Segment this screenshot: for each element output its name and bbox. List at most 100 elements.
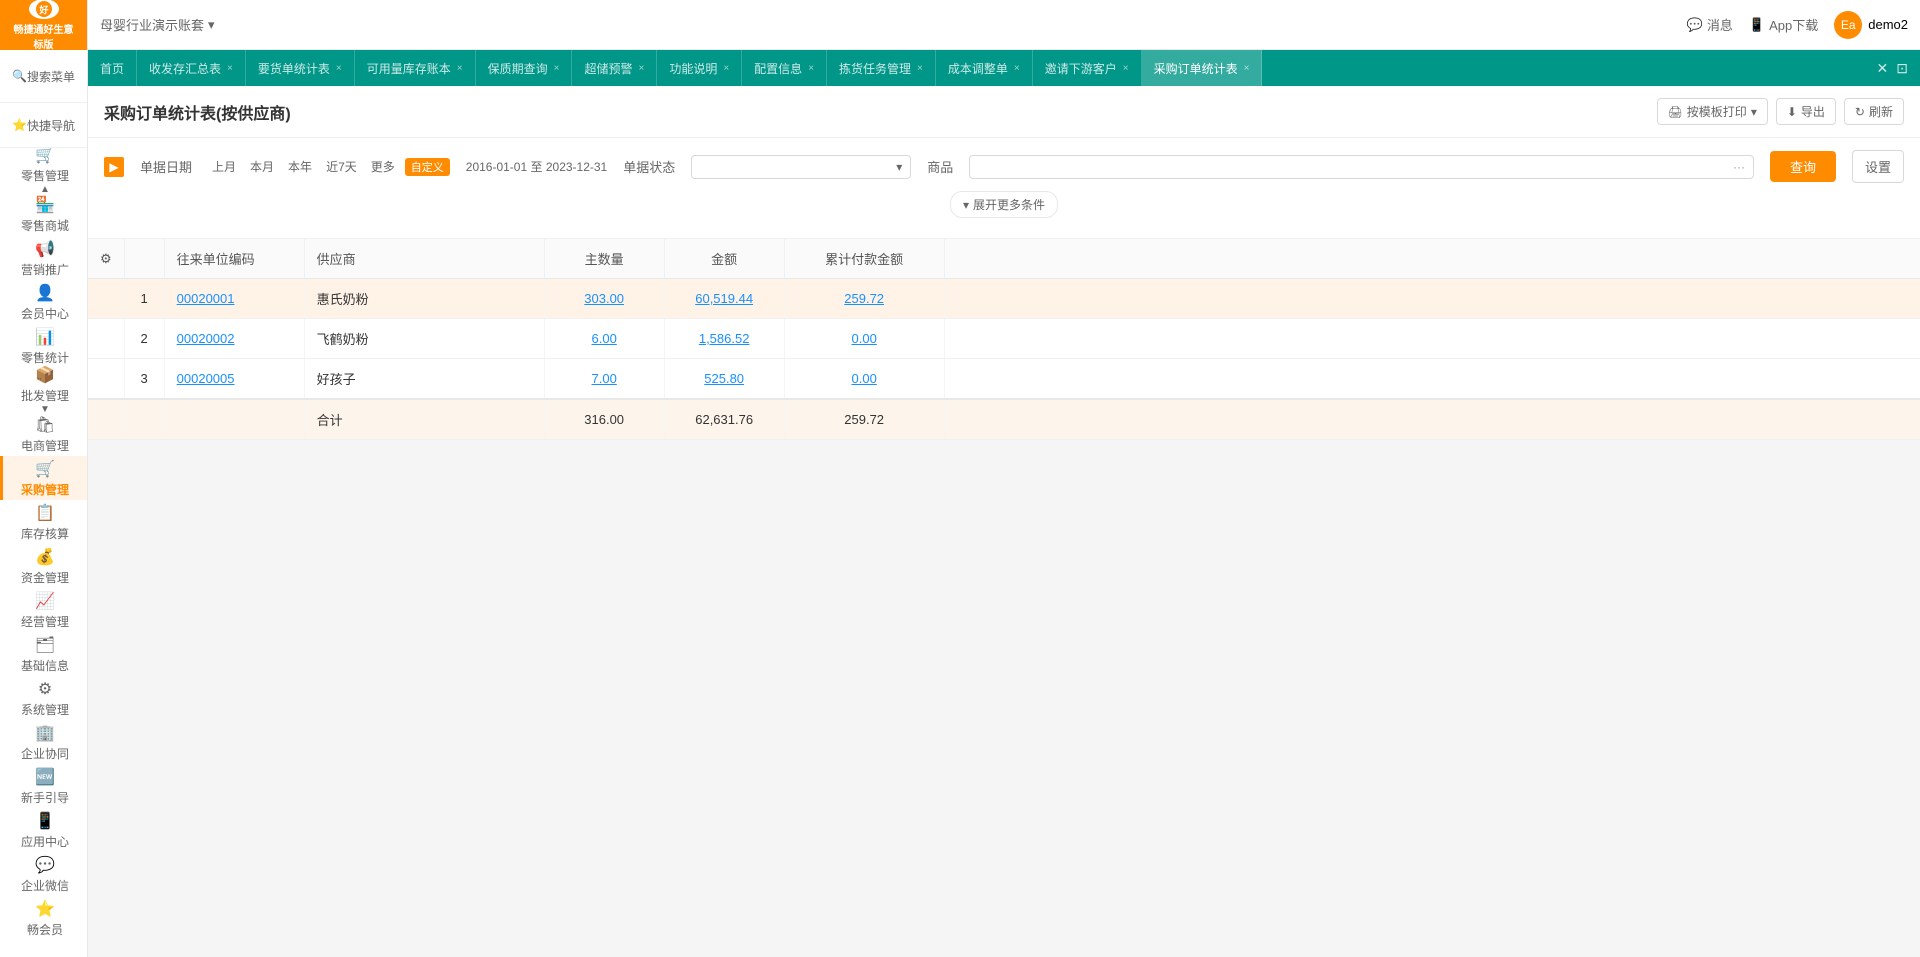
shortcut-this-year[interactable]: 本年	[284, 156, 316, 177]
wholesale-icon: 📦	[35, 365, 55, 385]
row-settings-cell	[88, 359, 124, 400]
row-supplier-cell: 飞鹤奶粉	[304, 319, 544, 359]
chevron-down-icon: ▲	[40, 184, 50, 195]
tab-home[interactable]: 首页	[88, 50, 137, 86]
app-download-btn[interactable]: 📱 App下载	[1749, 15, 1818, 34]
tab-close-icon[interactable]: ×	[638, 63, 644, 74]
sidebar-item-purchase[interactable]: 🛒 采购管理	[0, 456, 87, 500]
export-button[interactable]: ⬇ 导出	[1776, 98, 1836, 125]
print-button[interactable]: 🖨 按模板打印 ▾	[1657, 98, 1768, 125]
row-code-cell[interactable]: 00020005	[164, 359, 304, 400]
tab-gongneng[interactable]: 功能说明 ×	[657, 50, 742, 86]
sidebar-item-inventory[interactable]: 📋 库存核算	[0, 500, 87, 544]
status-select[interactable]: ▾	[691, 155, 911, 179]
col-settings-header: ⚙	[88, 239, 124, 279]
sidebar-menu: 🛒 零售管理 ▲ 🏪 零售商城 📢 营销推广 👤 会员中心 📊 零售统计 📦 批…	[0, 148, 87, 957]
tab-close-icon[interactable]: ×	[554, 63, 560, 74]
custom-date-badge[interactable]: 自定义	[405, 158, 450, 176]
row-paid-cell[interactable]: 0.00	[784, 359, 944, 400]
sidebar-item-operation[interactable]: 📈 经营管理	[0, 588, 87, 632]
row-code-cell[interactable]: 00020002	[164, 319, 304, 359]
tab-close-icon[interactable]: ×	[1123, 63, 1129, 74]
tab-close-icon[interactable]: ×	[808, 63, 814, 74]
mobile-icon: 📱	[1749, 17, 1765, 33]
row-code-cell[interactable]: 00020001	[164, 279, 304, 319]
goods-input[interactable]: ···	[969, 155, 1754, 179]
row-empty-cell	[944, 279, 1920, 319]
row-amount-cell[interactable]: 60,519.44	[664, 279, 784, 319]
user-profile[interactable]: Ea demo2	[1834, 11, 1908, 39]
tab-close-all-icon[interactable]: ✕	[1873, 60, 1893, 77]
sidebar-item-wholesale[interactable]: 📦 批发管理 ▼	[0, 368, 87, 412]
tabbar: 首页 收发存汇总表 × 要货单统计表 × 可用量库存账本 × 保质期查询 × 超…	[88, 50, 1920, 86]
shortcut-this-month[interactable]: 本月	[246, 156, 278, 177]
query-button[interactable]: 查询	[1770, 151, 1836, 182]
shortcut-7days[interactable]: 近7天	[322, 156, 361, 177]
row-qty-cell[interactable]: 6.00	[544, 319, 664, 359]
sidebar-item-app-center[interactable]: 📱 应用中心	[0, 808, 87, 852]
tab-baozhiqi[interactable]: 保质期查询 ×	[476, 50, 573, 86]
page-header-actions: 🖨 按模板打印 ▾ ⬇ 导出 ↻ 刷新	[1657, 98, 1904, 125]
sidebar-item-enterprise[interactable]: 🏢 企业协同	[0, 720, 87, 764]
sidebar-item-wechat[interactable]: 💬 企业微信	[0, 852, 87, 896]
main-area: 母婴行业演示账套 ▾ 💬 消息 📱 App下载 Ea demo2 首页	[88, 0, 1920, 957]
expand-more-button[interactable]: ▾ 展开更多条件	[950, 191, 1058, 218]
row-paid-cell[interactable]: 0.00	[784, 319, 944, 359]
row-amount-cell[interactable]: 1,586.52	[664, 319, 784, 359]
tab-label: 邀请下游客户	[1045, 60, 1117, 77]
row-qty-cell[interactable]: 7.00	[544, 359, 664, 400]
refresh-button[interactable]: ↻ 刷新	[1844, 98, 1904, 125]
sidebar-item-retail[interactable]: 🛒 零售管理 ▲	[0, 148, 87, 192]
row-amount-cell[interactable]: 525.80	[664, 359, 784, 400]
message-icon: 💬	[1687, 17, 1703, 33]
sidebar-item-label: 资金管理	[21, 569, 69, 586]
search-menu-item[interactable]: 🔍 搜索菜单	[6, 58, 81, 94]
shortcut-more[interactable]: 更多	[367, 156, 399, 177]
tab-close-icon[interactable]: ×	[917, 63, 923, 74]
filter-collapse-button[interactable]: ▶	[104, 157, 124, 177]
tab-kucun[interactable]: 可用量库存账本 ×	[355, 50, 476, 86]
tab-close-icon[interactable]: ×	[1244, 63, 1250, 74]
gear-icon[interactable]: ⚙	[100, 251, 112, 266]
sidebar-item-basic[interactable]: 🗂 基础信息	[0, 632, 87, 676]
tab-close-icon[interactable]: ×	[227, 63, 233, 74]
sidebar-item-newbie[interactable]: 🆕 新手引导	[0, 764, 87, 808]
sidebar-item-member[interactable]: 👤 会员中心	[0, 280, 87, 324]
tab-peizhi[interactable]: 配置信息 ×	[742, 50, 827, 86]
inventory-icon: 📋	[35, 503, 55, 523]
breadcrumb-text: 母婴行业演示账套	[100, 15, 204, 34]
tab-maximize-icon[interactable]: ⊡	[1892, 60, 1912, 77]
tab-yaohuo[interactable]: 要货单统计表 ×	[246, 50, 355, 86]
sidebar-item-finance[interactable]: 💰 资金管理	[0, 544, 87, 588]
tab-close-icon[interactable]: ×	[723, 63, 729, 74]
quick-nav-item[interactable]: ⭐ 快捷导航	[0, 107, 87, 143]
sidebar: 好 畅捷通好生意 标版 🔍 搜索菜单 ⭐ 快捷导航 🛒 零售管理 ▲ 🏪 零售商…	[0, 0, 88, 957]
system-icon: ⚙	[38, 679, 52, 699]
sidebar-item-system[interactable]: ⚙ 系统管理	[0, 676, 87, 720]
tab-chengben[interactable]: 成本调整单 ×	[936, 50, 1033, 86]
settings-button[interactable]: 设置	[1852, 150, 1904, 183]
row-qty-cell[interactable]: 303.00	[544, 279, 664, 319]
tab-chaochuyujing[interactable]: 超储预警 ×	[572, 50, 657, 86]
sidebar-item-retail-stats[interactable]: 📊 零售统计	[0, 324, 87, 368]
tab-shoufaqui[interactable]: 收发存汇总表 ×	[137, 50, 246, 86]
avatar: Ea	[1834, 11, 1862, 39]
message-btn[interactable]: 💬 消息	[1687, 15, 1733, 34]
shortcut-last-month[interactable]: 上月	[208, 156, 240, 177]
sidebar-item-marketing[interactable]: 📢 营销推广	[0, 236, 87, 280]
tab-zhuohuo[interactable]: 拣货任务管理 ×	[827, 50, 936, 86]
tab-close-icon[interactable]: ×	[336, 63, 342, 74]
sidebar-item-retail-shop[interactable]: 🏪 零售商城	[0, 192, 87, 236]
breadcrumb-arrow-icon[interactable]: ▾	[208, 17, 215, 33]
col-paid-header: 累计付款金额	[784, 239, 944, 279]
export-icon: ⬇	[1787, 105, 1797, 119]
sidebar-item-vip[interactable]: ⭐ 畅会员	[0, 896, 87, 940]
tab-close-icon[interactable]: ×	[1014, 63, 1020, 74]
tab-yaoqing[interactable]: 邀请下游客户 ×	[1033, 50, 1142, 86]
tab-close-icon[interactable]: ×	[457, 63, 463, 74]
tab-caigou[interactable]: 采购订单统计表 ×	[1142, 50, 1263, 86]
row-paid-cell[interactable]: 259.72	[784, 279, 944, 319]
basic-icon: 🗂	[35, 635, 55, 655]
footer-index-cell	[124, 399, 164, 440]
sidebar-item-ecommerce[interactable]: 🛍 电商管理	[0, 412, 87, 456]
